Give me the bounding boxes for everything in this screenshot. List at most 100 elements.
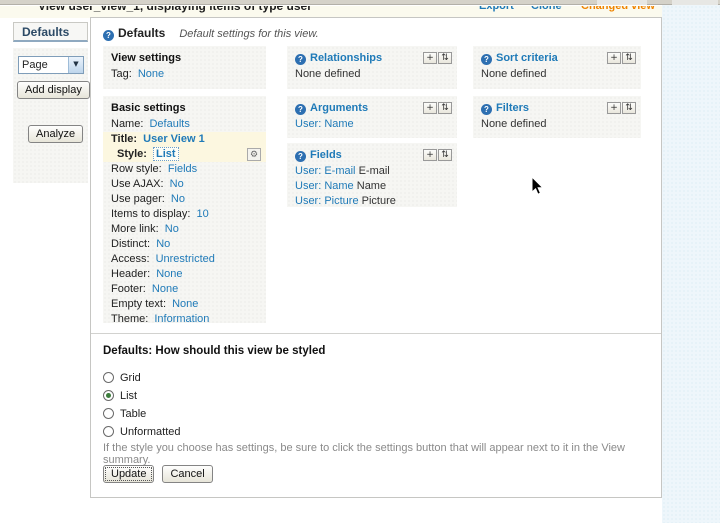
chrome-segment xyxy=(597,0,647,5)
setting-value-link[interactable]: No xyxy=(165,223,179,235)
add-icon[interactable]: + xyxy=(423,102,437,114)
radio-button[interactable] xyxy=(103,426,114,437)
help-icon[interactable]: ? xyxy=(481,54,492,65)
tag-value-link[interactable]: None xyxy=(138,68,164,80)
arguments-actions: +⇅ xyxy=(422,101,452,114)
setting-label: Name: xyxy=(111,118,143,130)
radio-option-unformatted[interactable]: Unformatted xyxy=(103,424,181,440)
form-buttons: Update Cancel xyxy=(103,465,221,483)
setting-value-link[interactable]: None xyxy=(152,283,178,295)
radio-button[interactable] xyxy=(103,372,114,383)
setting-value-link[interactable]: None xyxy=(172,298,198,310)
field-suffix: E-mail xyxy=(356,165,390,177)
rearrange-icon[interactable]: ⇅ xyxy=(622,52,636,64)
cancel-button[interactable]: Cancel xyxy=(162,465,212,483)
display-type-value: Page xyxy=(22,59,48,71)
filters-box: ? Filters None defined +⇅ xyxy=(473,96,641,138)
add-display-button[interactable]: Add display xyxy=(17,81,90,99)
summary-header: ?DefaultsDefault settings for this view. xyxy=(103,26,319,41)
setting-label: Row style: xyxy=(111,163,162,175)
help-icon[interactable]: ? xyxy=(103,30,114,41)
add-icon[interactable]: + xyxy=(607,102,621,114)
add-icon[interactable]: + xyxy=(607,52,621,64)
radio-button[interactable] xyxy=(103,408,114,419)
field-link[interactable]: User: Name xyxy=(295,180,354,192)
setting-label: Empty text: xyxy=(111,298,166,310)
setting-value-link[interactable]: No xyxy=(171,193,185,205)
radio-option-grid[interactable]: Grid xyxy=(103,370,141,386)
summary-subtitle: Default settings for this view. xyxy=(179,28,318,40)
sort-criteria-title-link[interactable]: Sort criteria xyxy=(496,52,558,64)
view-settings-title: View settings xyxy=(111,51,258,67)
sort-criteria-actions: +⇅ xyxy=(606,51,636,64)
setting-label: Footer: xyxy=(111,283,146,295)
rearrange-icon[interactable]: ⇅ xyxy=(622,102,636,114)
fields-title-link[interactable]: Fields xyxy=(310,149,342,161)
setting-value-link[interactable]: Information xyxy=(154,313,209,323)
radio-label: Grid xyxy=(120,372,141,384)
view-settings-box: View settings Tag: None xyxy=(103,46,266,89)
export-link[interactable]: Export xyxy=(479,6,514,12)
update-button[interactable]: Update xyxy=(103,465,154,483)
radio-button[interactable] xyxy=(103,390,114,401)
setting-value-link[interactable]: Unrestricted xyxy=(156,253,215,265)
page-title: View user_view_1, displaying items of ty… xyxy=(38,6,312,13)
fields-actions: +⇅ xyxy=(422,148,452,161)
chevron-down-icon[interactable]: ▼ xyxy=(68,57,83,73)
tab-defaults[interactable]: Defaults xyxy=(13,22,88,42)
setting-label: More link: xyxy=(111,223,159,235)
setting-label: Header: xyxy=(111,268,150,280)
relationships-box: ?Relationships None defined +⇅ xyxy=(287,46,457,89)
rearrange-icon[interactable]: ⇅ xyxy=(438,52,452,64)
display-type-select[interactable]: Page ▼ xyxy=(18,56,84,74)
style-settings-gear-icon[interactable]: ⚙ xyxy=(247,148,261,161)
filters-empty: None defined xyxy=(481,117,633,132)
mouse-cursor xyxy=(531,176,544,196)
help-icon[interactable]: ? xyxy=(481,104,492,115)
setting-value-link[interactable]: No xyxy=(170,178,184,190)
fields-box: ? Fields User: E-mail E-mail User: Name N… xyxy=(287,143,457,207)
relationships-title-link[interactable]: Relationships xyxy=(310,52,382,64)
analyze-button[interactable]: Analyze xyxy=(28,125,83,143)
filters-actions: +⇅ xyxy=(606,101,636,114)
setting-value-link[interactable]: 10 xyxy=(197,208,209,220)
style-value-link[interactable]: List xyxy=(153,147,179,161)
clone-link[interactable]: Clone xyxy=(531,6,562,12)
rearrange-icon[interactable]: ⇅ xyxy=(438,149,452,161)
setting-label: Theme: xyxy=(111,313,148,323)
views-edit-page: { "titlebar": { "title": "View user_view… xyxy=(0,0,720,523)
filters-title-link[interactable]: Filters xyxy=(496,102,529,114)
help-icon[interactable]: ? xyxy=(295,54,306,65)
help-icon[interactable]: ? xyxy=(295,104,306,115)
radio-label: List xyxy=(120,390,137,402)
basic-settings-title: Basic settings xyxy=(111,101,258,117)
field-link[interactable]: User: E-mail xyxy=(295,165,356,177)
style-form-hint: If the style you choose has settings, be… xyxy=(103,442,648,466)
radio-label: Unformatted xyxy=(120,426,181,438)
setting-row-empty: Empty text: None xyxy=(111,297,258,312)
add-icon[interactable]: + xyxy=(423,149,437,161)
setting-row-style: Style: List xyxy=(103,147,266,162)
radio-option-list[interactable]: List xyxy=(103,388,137,404)
setting-row-pager: Use pager: No xyxy=(111,192,258,207)
tag-row: Tag: None xyxy=(111,67,258,82)
radio-option-table[interactable]: Table xyxy=(103,406,146,422)
setting-value-link[interactable]: Defaults xyxy=(149,118,189,130)
page-background-pattern xyxy=(662,5,720,523)
setting-label: Items to display: xyxy=(111,208,190,220)
rearrange-icon[interactable]: ⇅ xyxy=(438,102,452,114)
setting-row-rowstyle: Row style: Fields xyxy=(111,162,258,177)
setting-row-distinct: Distinct: No xyxy=(111,237,258,252)
add-icon[interactable]: + xyxy=(423,52,437,64)
setting-value-link[interactable]: User View 1 xyxy=(143,133,205,145)
sort-criteria-empty: None defined xyxy=(481,67,633,82)
setting-value-link[interactable]: Fields xyxy=(168,163,197,175)
argument-link[interactable]: User: Name xyxy=(295,118,354,130)
setting-value-link[interactable]: No xyxy=(156,238,170,250)
field-link[interactable]: User: Picture xyxy=(295,195,359,207)
arguments-title-link[interactable]: Arguments xyxy=(310,102,368,114)
field-item: User: Name Name xyxy=(295,179,449,194)
help-icon[interactable]: ? xyxy=(295,151,306,162)
setting-value-link[interactable]: None xyxy=(156,268,182,280)
sort-criteria-box: ? Sort criteria None defined +⇅ xyxy=(473,46,641,89)
